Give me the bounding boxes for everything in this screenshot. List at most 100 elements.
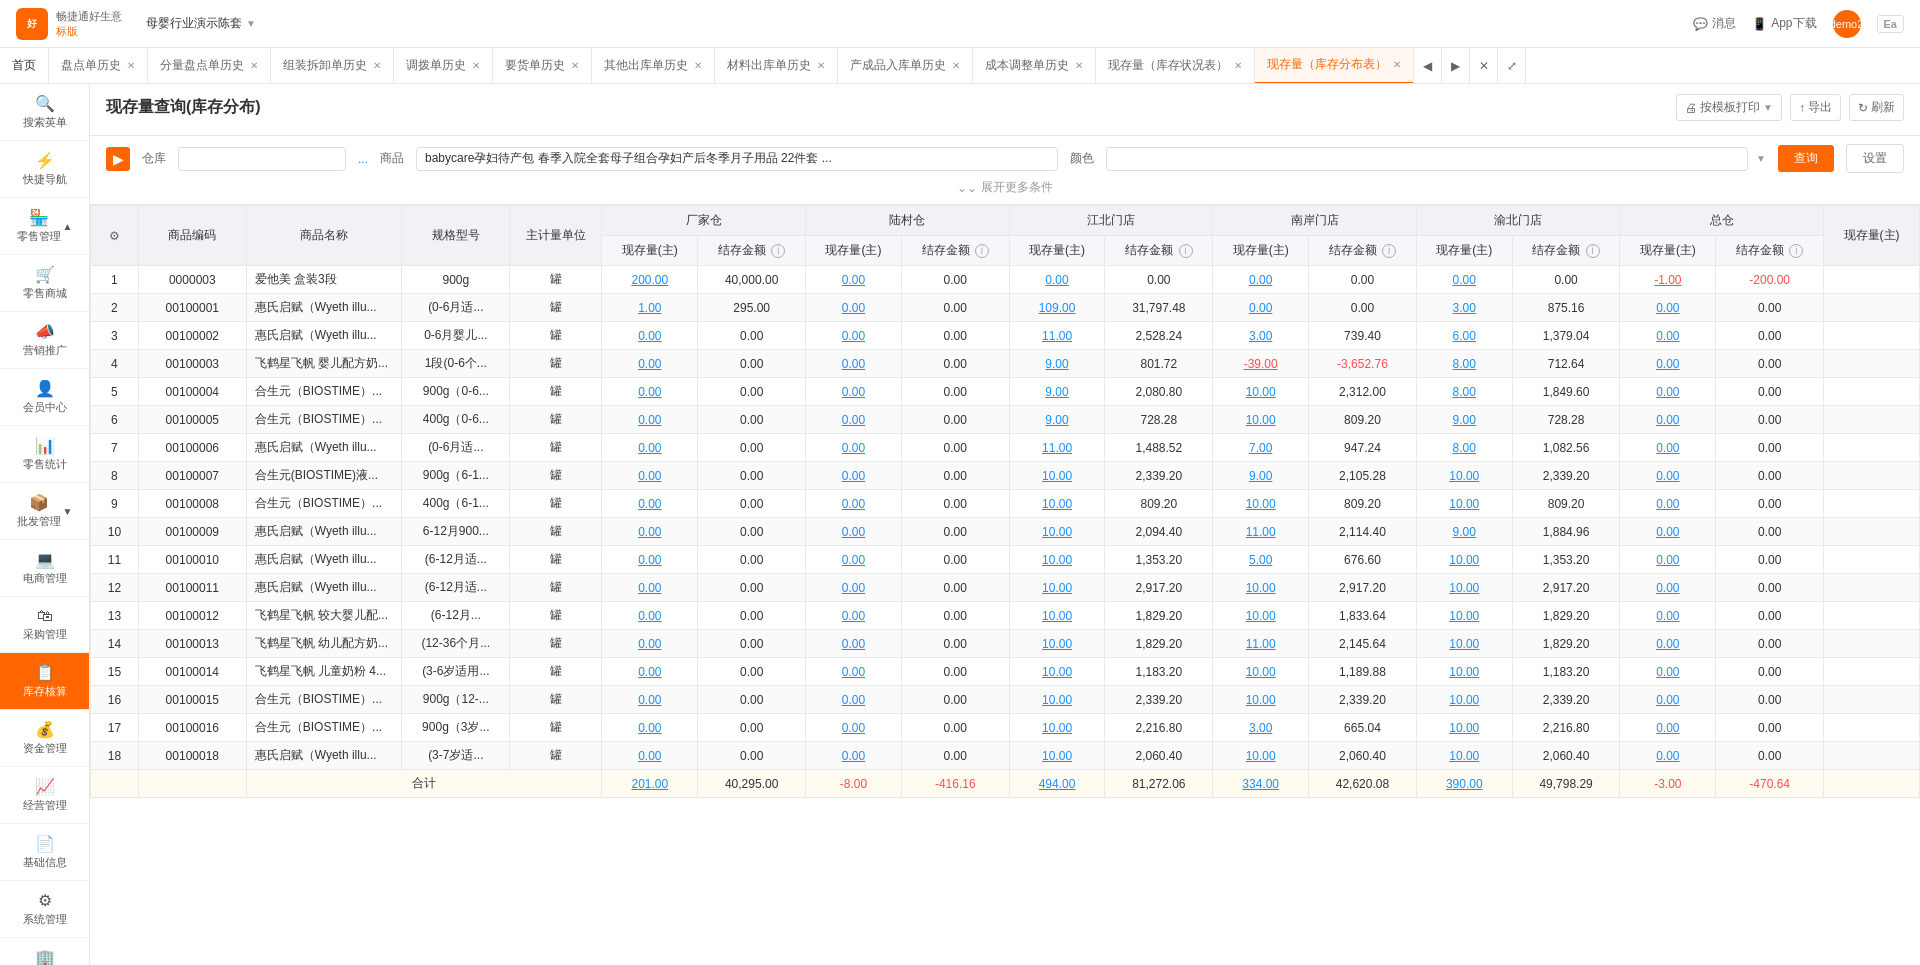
- table-body: 10000003爱他美 盒装3段900g罐200.0040,000.000.00…: [91, 266, 1920, 798]
- tab-adjust[interactable]: 调拨单历史 ✕: [394, 48, 493, 84]
- user-avatar-btn[interactable]: demo2: [1833, 10, 1861, 38]
- sidebar-item-finance[interactable]: 💰 资金管理: [0, 710, 89, 767]
- search-btn[interactable]: 查询: [1778, 145, 1834, 172]
- sidebar-item-member[interactable]: 👤 会员中心: [0, 369, 89, 426]
- filter-area: ▶ 仓库 ... 商品 颜色 ▼ 查询 设置 ⌄⌄ 展开更多条件: [90, 136, 1920, 205]
- header-actions: 🖨 按模板打印 ▼ ↑ 导出 ↻ 刷新: [1676, 94, 1904, 121]
- retail-store-icon: 🛒: [4, 265, 85, 284]
- stock-icon: 📋: [4, 663, 85, 682]
- tab-expand-btn[interactable]: ⤢: [1498, 48, 1526, 84]
- sidebar-item-retail-stats[interactable]: 📊 零售统计: [0, 426, 89, 483]
- sidebar-item-quick-nav[interactable]: ⚡ 快捷导航: [0, 141, 89, 198]
- warehouse-input[interactable]: [178, 147, 346, 171]
- tab-next-btn[interactable]: ▶: [1442, 48, 1470, 84]
- goods-input[interactable]: [416, 147, 1058, 171]
- tab-close-all-btn[interactable]: ✕: [1470, 48, 1498, 84]
- refresh-btn[interactable]: ↻ 刷新: [1849, 94, 1904, 121]
- sidebar-item-operations[interactable]: 📈 经营管理: [0, 767, 89, 824]
- col-header-nanan: 南岸门店: [1213, 206, 1417, 236]
- tab-stock-status[interactable]: 现存量（库存状况表） ✕: [1096, 48, 1255, 84]
- tab-bar: 首页 盘点单历史 ✕ 分量盘点单历史 ✕ 组装拆卸单历史 ✕ 调拨单历史 ✕ 要…: [0, 48, 1920, 84]
- retail-mgmt-arrow-icon: ▲: [63, 221, 73, 232]
- tab-combo[interactable]: 组装拆卸单历史 ✕: [271, 48, 394, 84]
- col-header-unit: 主计量单位: [510, 206, 602, 266]
- col-header-spec: 规格型号: [402, 206, 510, 266]
- ea-btn[interactable]: Ea: [1877, 15, 1904, 33]
- app-download-btn[interactable]: 📱 App下载: [1752, 15, 1816, 32]
- nav-selector[interactable]: 母婴行业演示陈套 ▼: [146, 15, 256, 32]
- color-dropdown-icon: ▼: [1756, 153, 1766, 164]
- sidebar-item-retail-mgmt[interactable]: 🏪 零售管理 ▲: [0, 198, 89, 255]
- tab-material-out[interactable]: 材料出库单历史 ✕: [715, 48, 838, 84]
- col-header-jiangbei: 江北门店: [1009, 206, 1213, 236]
- logo-text: 畅捷通好生意 标版: [56, 9, 122, 38]
- sidebar-item-marketing[interactable]: 📣 营销推广: [0, 312, 89, 369]
- tab-close-icon[interactable]: ✕: [1234, 60, 1242, 71]
- table-row: 500100004合生元（BIOSTIME）...900g（0-6...罐0.0…: [91, 378, 1920, 406]
- col-header-total: 总仓: [1620, 206, 1824, 236]
- tab-cost-adjust[interactable]: 成本调整单历史 ✕: [973, 48, 1096, 84]
- setting-btn[interactable]: 设置: [1846, 144, 1904, 173]
- tab-close-icon[interactable]: ✕: [1393, 59, 1401, 70]
- gear-icon[interactable]: ⚙: [109, 229, 120, 243]
- page-title-row: 现存量查询(库存分布) 🖨 按模板打印 ▼ ↑ 导出 ↻ 刷新: [106, 94, 1904, 121]
- tab-prev-btn[interactable]: ◀: [1414, 48, 1442, 84]
- tab-requisition[interactable]: 要货单历史 ✕: [493, 48, 592, 84]
- color-input[interactable]: [1106, 147, 1748, 171]
- col-header-name: 商品名称: [246, 206, 402, 266]
- jb-amt-info-icon[interactable]: i: [1179, 244, 1193, 258]
- tab-close-icon[interactable]: ✕: [127, 60, 135, 71]
- sidebar-item-wholesale[interactable]: 📦 批发管理 ▼: [0, 483, 89, 540]
- top-right-actions: 💬 消息 📱 App下载 demo2 Ea: [1693, 10, 1904, 38]
- color-label: 颜色: [1070, 150, 1094, 167]
- tab-other-out[interactable]: 其他出库单历史 ✕: [592, 48, 715, 84]
- tab-stock-dist[interactable]: 现存量（库存分布表） ✕: [1255, 48, 1414, 84]
- operations-icon: 📈: [4, 777, 85, 796]
- table-row: 1700100016合生元（BIOSTIME）...900g（3岁...罐0.0…: [91, 714, 1920, 742]
- sidebar: 🔍 搜索英单 ⚡ 快捷导航 🏪 零售管理 ▲ 🛒 零售商城 📣 营销推广 👤 会…: [0, 84, 90, 965]
- wholesale-icon: 📦: [17, 493, 61, 512]
- sub-header-total-qty: 现存量(主): [1620, 236, 1716, 266]
- export-btn[interactable]: ↑ 导出: [1790, 94, 1841, 121]
- sidebar-item-stock[interactable]: 📋 库存核算: [0, 653, 89, 710]
- col-header-gear[interactable]: ⚙: [91, 206, 139, 266]
- table-row: 1600100015合生元（BIOSTIME）...900g（12-...罐0.…: [91, 686, 1920, 714]
- yb-amt-info-icon[interactable]: i: [1586, 244, 1600, 258]
- sub-header-lc-amt: 结存金额 i: [901, 236, 1009, 266]
- tab-split-check[interactable]: 分量盘点单历史 ✕: [148, 48, 271, 84]
- quick-nav-icon: ⚡: [4, 151, 85, 170]
- tab-close-icon[interactable]: ✕: [952, 60, 960, 71]
- print-btn[interactable]: 🖨 按模板打印 ▼: [1676, 94, 1782, 121]
- sub-header-lc-qty: 现存量(主): [806, 236, 902, 266]
- filter-toggle-btn[interactable]: ▶: [106, 147, 130, 171]
- sub-header-fj-amt: 结存金额 i: [698, 236, 806, 266]
- ecommerce-icon: 💻: [4, 550, 85, 569]
- fj-amt-info-icon[interactable]: i: [771, 244, 785, 258]
- tab-close-icon[interactable]: ✕: [1075, 60, 1083, 71]
- tab-close-icon[interactable]: ✕: [571, 60, 579, 71]
- sidebar-item-ecommerce[interactable]: 💻 电商管理: [0, 540, 89, 597]
- tab-close-icon[interactable]: ✕: [694, 60, 702, 71]
- total-amt-info-icon[interactable]: i: [1789, 244, 1803, 258]
- sidebar-item-system[interactable]: ⚙ 系统管理: [0, 881, 89, 938]
- lc-amt-info-icon[interactable]: i: [975, 244, 989, 258]
- sidebar-item-purchase[interactable]: 🛍 采购管理: [0, 597, 89, 653]
- filter-expand-row[interactable]: ⌄⌄ 展开更多条件: [106, 179, 1904, 196]
- filter-row-main: ▶ 仓库 ... 商品 颜色 ▼ 查询 设置: [106, 144, 1904, 173]
- tab-home[interactable]: 首页: [0, 48, 49, 84]
- na-amt-info-icon[interactable]: i: [1382, 244, 1396, 258]
- tab-inventory-check[interactable]: 盘点单历史 ✕: [49, 48, 148, 84]
- warehouse-ellipsis-btn[interactable]: ...: [358, 152, 368, 166]
- tab-close-icon[interactable]: ✕: [817, 60, 825, 71]
- message-btn[interactable]: 💬 消息: [1693, 15, 1736, 32]
- summary-row: 合计201.0040,295.00-8.00-416.16494.0081,27…: [91, 770, 1920, 798]
- sidebar-item-retail-store[interactable]: 🛒 零售商城: [0, 255, 89, 312]
- tab-close-icon[interactable]: ✕: [373, 60, 381, 71]
- col-header-code: 商品编码: [138, 206, 246, 266]
- tab-close-icon[interactable]: ✕: [472, 60, 480, 71]
- sidebar-item-enterprise[interactable]: 🏢 企业协同: [0, 938, 89, 965]
- tab-close-icon[interactable]: ✕: [250, 60, 258, 71]
- tab-product-in[interactable]: 产成品入库单历史 ✕: [838, 48, 973, 84]
- sidebar-item-search-hero[interactable]: 🔍 搜索英单: [0, 84, 89, 141]
- sidebar-item-basic[interactable]: 📄 基础信息: [0, 824, 89, 881]
